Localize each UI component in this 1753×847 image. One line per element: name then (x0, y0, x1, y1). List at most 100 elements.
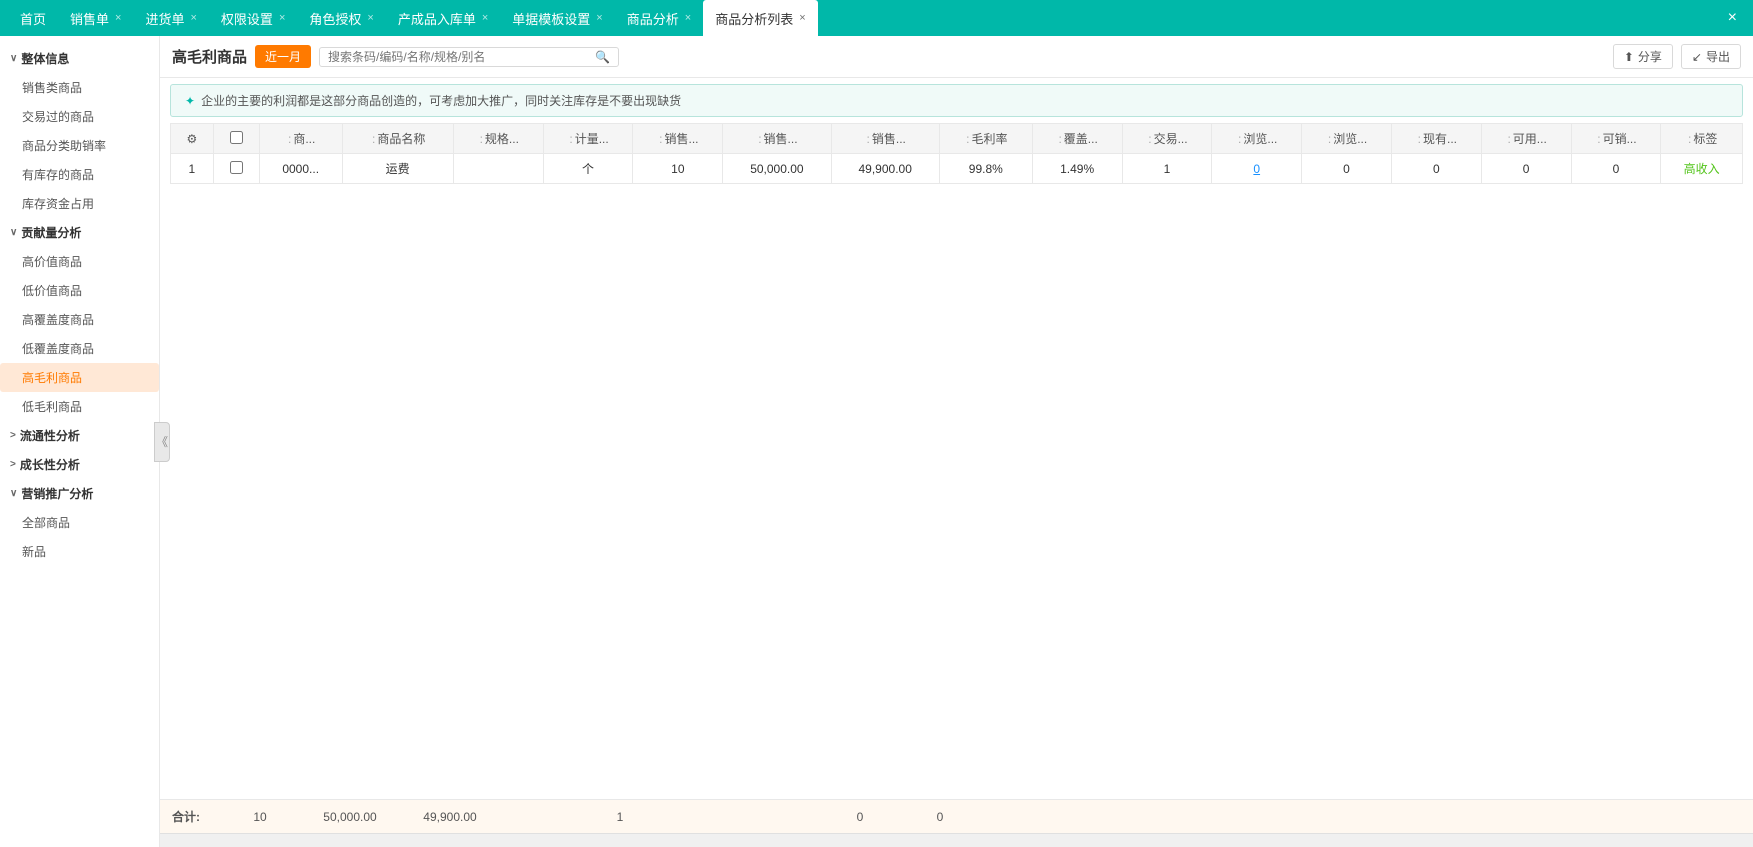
sidebar-group-营销推广分析[interactable]: ∨营销推广分析 (0, 479, 159, 508)
footer-values: 10 50,000.00 49,900.00 1 0 0 (220, 810, 980, 824)
table-header-gross_margin: :毛利率 (939, 124, 1032, 154)
browse-link[interactable]: 0 (1253, 162, 1260, 176)
nav-item-产成品入库单[interactable]: 产成品入库单× (386, 0, 500, 36)
horizontal-scrollbar[interactable] (160, 833, 1753, 847)
row-transaction: 1 (1122, 154, 1212, 184)
row-sales-profit: 49,900.00 (831, 154, 939, 184)
search-input[interactable] (328, 50, 591, 64)
footer-available: 0 (900, 810, 980, 824)
row-spec (453, 154, 543, 184)
sidebar-item-销售类商品[interactable]: 销售类商品 (0, 73, 159, 102)
expand-arrow-icon: ∨ (10, 227, 17, 238)
column-resizer[interactable]: : (1058, 132, 1061, 146)
nav-item-首页[interactable]: 首页 (8, 0, 58, 36)
export-button[interactable]: ↙ 导出 (1681, 44, 1741, 69)
column-resizer[interactable]: : (1148, 132, 1151, 146)
column-resizer[interactable]: : (966, 132, 969, 146)
window-close-button[interactable]: × (1720, 9, 1745, 27)
notice-icon: ✦ (185, 94, 195, 108)
column-resizer[interactable]: : (1418, 132, 1421, 146)
column-label: 计量... (575, 132, 609, 146)
nav-close-icon[interactable]: × (190, 12, 196, 24)
settings-icon[interactable]: ⚙ (186, 132, 197, 146)
sidebar-collapse-button[interactable]: 《 (154, 422, 170, 462)
nav-item-销售单[interactable]: 销售单× (58, 0, 133, 36)
table-header-saleable: :可销... (1571, 124, 1661, 154)
column-label: 可用... (1513, 132, 1547, 146)
table-header-coverage: :覆盖... (1032, 124, 1122, 154)
table-header-settings[interactable]: ⚙ (171, 124, 214, 154)
content-area: 高毛利商品 近一月 🔍 ⬆ 分享 ↙ 导出 (160, 36, 1753, 847)
share-button[interactable]: ⬆ 分享 (1613, 44, 1673, 69)
nav-item-单据模板设置[interactable]: 单据模板设置× (500, 0, 614, 36)
sidebar-item-交易过的商品[interactable]: 交易过的商品 (0, 102, 159, 131)
column-resizer[interactable]: : (758, 132, 761, 146)
table-header-spec: :规格... (453, 124, 543, 154)
sidebar-group-成长性分析[interactable]: >成长性分析 (0, 450, 159, 479)
column-resizer[interactable]: : (1238, 132, 1241, 146)
sidebar-item-全部商品[interactable]: 全部商品 (0, 508, 159, 537)
sidebar-item-库存资金占用[interactable]: 库存资金占用 (0, 189, 159, 218)
sidebar-item-低价值商品[interactable]: 低价值商品 (0, 276, 159, 305)
sidebar-item-有库存的商品[interactable]: 有库存的商品 (0, 160, 159, 189)
nav-close-icon[interactable]: × (596, 12, 602, 24)
nav-close-icon[interactable]: × (367, 12, 373, 24)
content-header: 高毛利商品 近一月 🔍 ⬆ 分享 ↙ 导出 (160, 36, 1753, 78)
column-resizer[interactable]: : (569, 132, 572, 146)
table-header-tag: :标签 (1661, 124, 1743, 154)
column-resizer[interactable]: : (1328, 132, 1331, 146)
nav-close-icon[interactable]: × (799, 12, 805, 24)
row-name: 运费 (342, 154, 453, 184)
footer-bar: 合计: 10 50,000.00 49,900.00 1 0 0 (160, 799, 1753, 833)
nav-item-权限设置[interactable]: 权限设置× (209, 0, 297, 36)
sidebar-group-整体信息[interactable]: ∨整体信息 (0, 44, 159, 73)
table-header-checkbox[interactable] (213, 124, 259, 154)
sidebar-item-高毛利商品[interactable]: 高毛利商品 (0, 363, 159, 392)
row-sales-amt: 50,000.00 (723, 154, 831, 184)
expand-arrow-icon: > (10, 430, 16, 441)
filter-recent-month-button[interactable]: 近一月 (255, 45, 311, 68)
footer-total-label: 合计: (172, 808, 200, 825)
column-resizer[interactable]: : (288, 132, 291, 146)
column-resizer[interactable]: : (480, 132, 483, 146)
page-title: 高毛利商品 (172, 46, 247, 67)
footer-sales-profit: 49,900.00 (400, 810, 500, 824)
sidebar-item-高覆盖度商品[interactable]: 高覆盖度商品 (0, 305, 159, 334)
sidebar-item-低覆盖度商品[interactable]: 低覆盖度商品 (0, 334, 159, 363)
nav-item-商品分析列表[interactable]: 商品分析列表× (703, 0, 817, 36)
row-coverage: 1.49% (1032, 154, 1122, 184)
nav-item-进货单[interactable]: 进货单× (133, 0, 208, 36)
nav-close-icon[interactable]: × (685, 12, 691, 24)
column-label: 现有... (1423, 132, 1457, 146)
table-header-browse1: :浏览... (1212, 124, 1302, 154)
sidebar-item-低毛利商品[interactable]: 低毛利商品 (0, 392, 159, 421)
column-resizer[interactable]: : (1597, 132, 1600, 146)
sidebar-item-商品分类助销率[interactable]: 商品分类助销率 (0, 131, 159, 160)
nav-close-icon[interactable]: × (115, 12, 121, 24)
column-label: 交易... (1154, 132, 1188, 146)
row-available: 0 (1481, 154, 1571, 184)
column-resizer[interactable]: : (1688, 132, 1691, 146)
row-select-checkbox[interactable] (230, 161, 243, 174)
sidebar-item-高价值商品[interactable]: 高价值商品 (0, 247, 159, 276)
sidebar-group-贡献量分析[interactable]: ∨ 贡献量分析 (0, 218, 159, 247)
select-all-checkbox[interactable] (230, 131, 243, 144)
expand-arrow-icon: ∨ (10, 53, 17, 64)
sidebar-item-新品[interactable]: 新品 (0, 537, 159, 566)
nav-item-角色授权[interactable]: 角色授权× (297, 0, 385, 36)
search-icon[interactable]: 🔍 (595, 50, 610, 64)
row-browse2: 0 (1302, 154, 1392, 184)
column-resizer[interactable]: : (372, 132, 375, 146)
nav-close-icon[interactable]: × (482, 12, 488, 24)
footer-current-stock: 0 (820, 810, 900, 824)
column-resizer[interactable]: : (659, 132, 662, 146)
column-resizer[interactable]: : (1507, 132, 1510, 146)
footer-empty1 (500, 810, 580, 824)
footer-empty2 (660, 810, 740, 824)
sidebar-group-流通性分析[interactable]: >流通性分析 (0, 421, 159, 450)
sidebar-group-label: 贡献量分析 (21, 224, 81, 241)
nav-item-商品分析[interactable]: 商品分析× (615, 0, 703, 36)
nav-close-icon[interactable]: × (279, 12, 285, 24)
table-header-sales_profit: :销售... (831, 124, 939, 154)
column-resizer[interactable]: : (867, 132, 870, 146)
